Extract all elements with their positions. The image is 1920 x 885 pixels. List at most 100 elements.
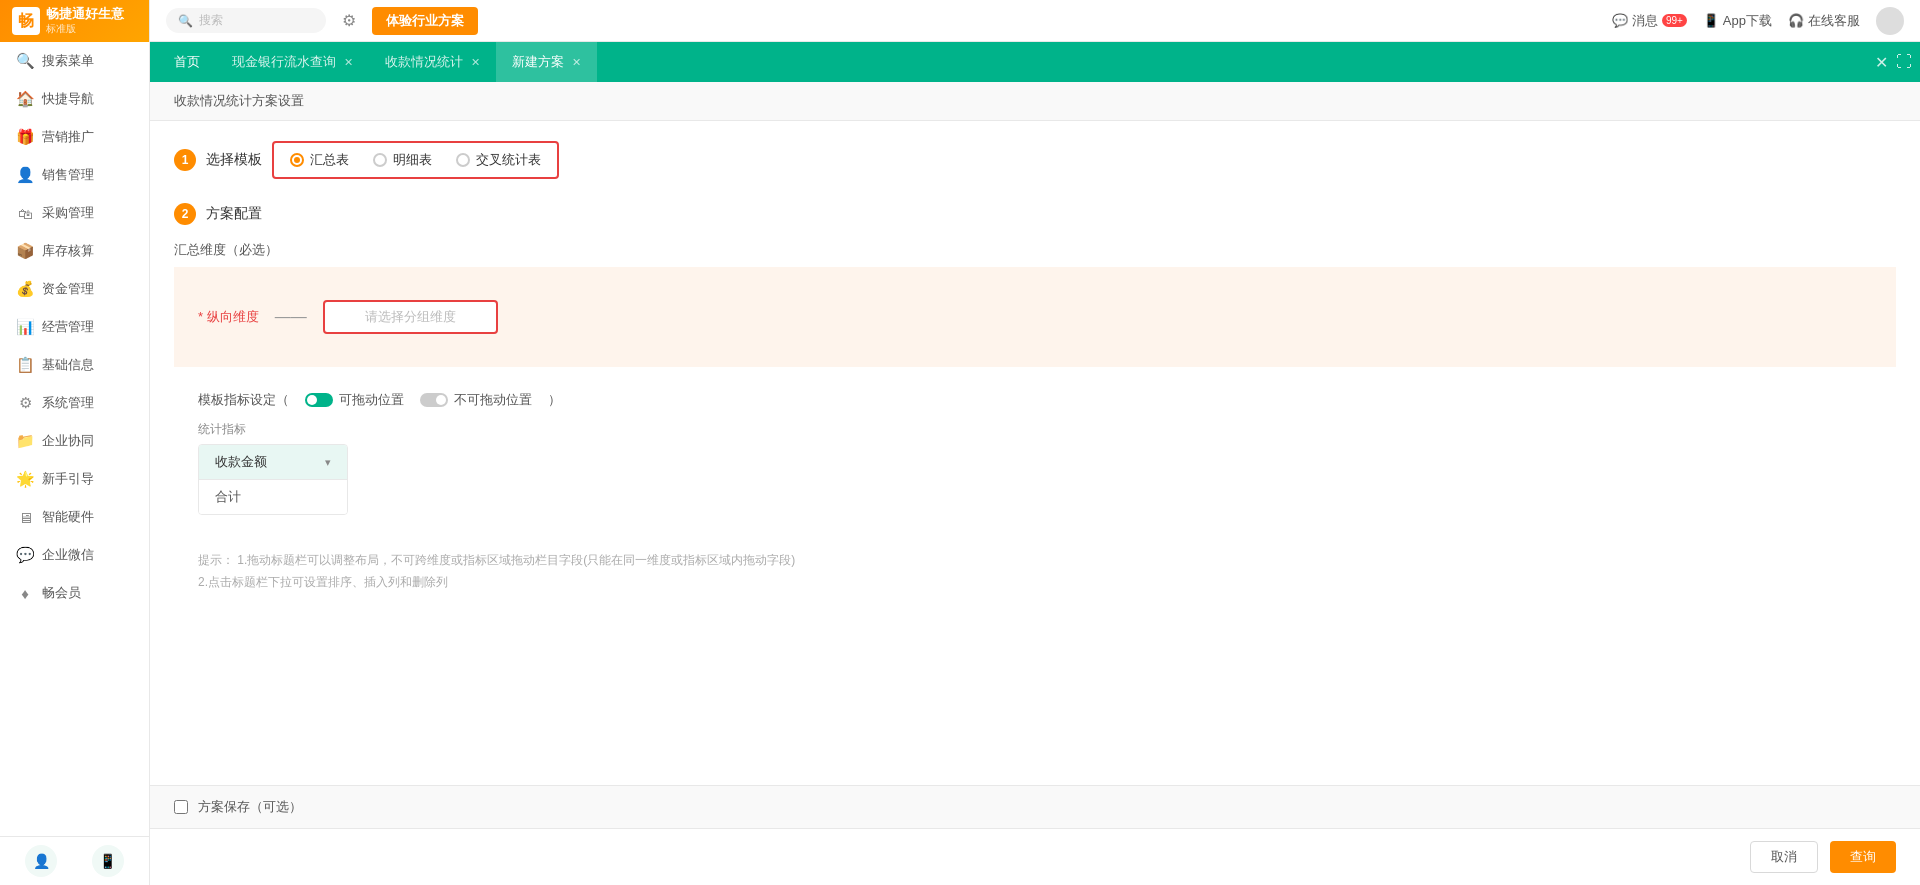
sidebar-logo: 畅 畅捷通好生意 标准版 [0, 0, 149, 42]
sidebar-item-label: 快捷导航 [42, 90, 94, 108]
basic-icon: 📋 [16, 356, 34, 374]
tab-receipts-stats[interactable]: 收款情况统计 ✕ [369, 42, 496, 82]
inventory-icon: 📦 [16, 242, 34, 260]
trial-button[interactable]: 体验行业方案 [372, 7, 478, 35]
sidebar-item-marketing[interactable]: 🎁 营销推广 [0, 118, 149, 156]
tabbar-actions: ✕ ⛶ [1875, 53, 1920, 72]
sidebar-item-inventory[interactable]: 📦 库存核算 [0, 232, 149, 270]
sidebar-item-guide[interactable]: 🌟 新手引导 [0, 460, 149, 498]
metrics-group: 统计指标 收款金额 ▾ 合计 [198, 421, 348, 518]
cancel-button[interactable]: 取消 [1750, 841, 1818, 873]
step2-content: 汇总维度（必选） * 纵向维度 —— 请选择分组维度 模板指标设定（ [174, 241, 1896, 609]
radio-summary-label: 汇总表 [310, 151, 349, 169]
topbar-right: 💬 消息 99+ 📱 App下载 🎧 在线客服 [1612, 7, 1904, 35]
toggle-draggable: 可拖动位置 [305, 391, 404, 409]
sidebar-item-hardware[interactable]: 🖥 智能硬件 [0, 498, 149, 536]
tab-bank-flow[interactable]: 现金银行流水查询 ✕ [216, 42, 369, 82]
message-badge: 99+ [1662, 14, 1687, 27]
form-body: 1 选择模板 汇总表 明细表 [150, 121, 1920, 785]
tab-fullscreen-icon[interactable]: ⛶ [1896, 53, 1912, 71]
template-radio-group: 汇总表 明细表 交叉统计表 [272, 141, 559, 179]
search-icon: 🔍 [178, 14, 193, 28]
fund-icon: 💰 [16, 280, 34, 298]
sidebar-item-wechat[interactable]: 💬 企业微信 [0, 536, 149, 574]
user-avatar[interactable] [1876, 7, 1904, 35]
sidebar-item-purchase[interactable]: 🛍 采购管理 [0, 194, 149, 232]
logo-name: 畅捷通好生意 [46, 6, 124, 22]
non-draggable-toggle[interactable] [420, 393, 448, 407]
metrics-toggle-close: ） [548, 391, 561, 409]
step1-label: 选择模板 [206, 151, 262, 169]
sidebar-item-system[interactable]: ⚙ 系统管理 [0, 384, 149, 422]
operation-icon: 📊 [16, 318, 34, 336]
dimension-arrow-icon: —— [275, 308, 307, 326]
hardware-icon: 🖥 [16, 509, 34, 526]
sidebar-item-quick-nav[interactable]: 🏠 快捷导航 [0, 80, 149, 118]
tips-area: 提示： 1.拖动标题栏可以调整布局，不可跨维度或指标区域拖动栏目字段(只能在同一… [174, 534, 1896, 609]
tab-new-plan-close[interactable]: ✕ [572, 56, 581, 69]
online-service-item[interactable]: 🎧 在线客服 [1788, 12, 1860, 30]
message-label: 消息 [1632, 12, 1658, 30]
content-area: 收款情况统计方案设置 1 选择模板 汇总表 [150, 82, 1920, 885]
sidebar-bottom: 👤 📱 [0, 836, 149, 885]
service-label: 在线客服 [1808, 12, 1860, 30]
topbar: 🔍 搜索 ⚙ 体验行业方案 💬 消息 99+ 📱 App下载 🎧 在线客服 [150, 0, 1920, 42]
radio-crosstab-circle [456, 153, 470, 167]
search-placeholder: 搜索 [199, 12, 223, 29]
tab-new-plan[interactable]: 新建方案 ✕ [496, 42, 597, 82]
sidebar-bottom-btn-1[interactable]: 👤 [25, 845, 57, 877]
draggable-toggle[interactable] [305, 393, 333, 407]
metrics-table-row: 合计 [199, 480, 347, 514]
step1-section: 1 选择模板 汇总表 明细表 [174, 141, 1896, 179]
metrics-header-label: 收款金额 [215, 453, 267, 471]
dimension-area: * 纵向维度 —— 请选择分组维度 [174, 267, 1896, 367]
app-icon: 📱 [1703, 13, 1719, 28]
settings-icon[interactable]: ⚙ [342, 11, 356, 30]
summary-dim-section: 汇总维度（必选） * 纵向维度 —— 请选择分组维度 [174, 241, 1896, 375]
guide-icon: 🌟 [16, 470, 34, 488]
draggable-label: 可拖动位置 [339, 391, 404, 409]
tab-home[interactable]: 首页 [158, 42, 216, 82]
metrics-table-header[interactable]: 收款金额 ▾ [199, 445, 347, 480]
sidebar-item-label: 企业协同 [42, 432, 94, 450]
sidebar-item-member[interactable]: ♦ 畅会员 [0, 574, 149, 612]
dimension-select[interactable]: 请选择分组维度 [323, 300, 498, 334]
topbar-search[interactable]: 🔍 搜索 [166, 8, 326, 33]
tip-2: 2.点击标题栏下拉可设置排序、插入列和删除列 [198, 572, 1872, 594]
tab-close-all-icon[interactable]: ✕ [1875, 53, 1888, 72]
app-download-item[interactable]: 📱 App下载 [1703, 12, 1772, 30]
radio-crosstab[interactable]: 交叉统计表 [456, 151, 541, 169]
non-draggable-label: 不可拖动位置 [454, 391, 532, 409]
purchase-icon: 🛍 [16, 205, 34, 222]
metrics-columns: 统计指标 收款金额 ▾ 合计 [198, 421, 1872, 518]
sidebar-item-sales[interactable]: 👤 销售管理 [0, 156, 149, 194]
radio-summary[interactable]: 汇总表 [290, 151, 349, 169]
radio-summary-circle [290, 153, 304, 167]
radio-detail[interactable]: 明细表 [373, 151, 432, 169]
page-title: 收款情况统计方案设置 [150, 82, 1920, 121]
logo-icon: 畅 [12, 7, 40, 35]
member-icon: ♦ [16, 585, 34, 602]
sidebar-item-fund[interactable]: 💰 资金管理 [0, 270, 149, 308]
save-checkbox[interactable] [174, 800, 188, 814]
tab-new-plan-label: 新建方案 [512, 53, 564, 71]
stats-metrics-label: 统计指标 [198, 421, 348, 438]
sidebar-item-enterprise[interactable]: 📁 企业协同 [0, 422, 149, 460]
tab-receipts-stats-label: 收款情况统计 [385, 53, 463, 71]
save-section: 方案保存（可选） [150, 785, 1920, 828]
query-button[interactable]: 查询 [1830, 841, 1896, 873]
enterprise-icon: 📁 [16, 432, 34, 450]
sidebar-item-search-menu[interactable]: 🔍 搜索菜单 [0, 42, 149, 80]
sidebar-item-operation[interactable]: 📊 经营管理 [0, 308, 149, 346]
wechat-icon: 💬 [16, 546, 34, 564]
sidebar-item-label: 畅会员 [42, 584, 81, 602]
tab-bank-flow-close[interactable]: ✕ [344, 56, 353, 69]
sidebar-bottom-btn-2[interactable]: 📱 [92, 845, 124, 877]
tab-home-label: 首页 [174, 53, 200, 71]
radio-detail-circle [373, 153, 387, 167]
tab-receipts-stats-close[interactable]: ✕ [471, 56, 480, 69]
message-item[interactable]: 💬 消息 99+ [1612, 12, 1687, 30]
sidebar-item-label: 营销推广 [42, 128, 94, 146]
quick-nav-icon: 🏠 [16, 90, 34, 108]
sidebar-item-basic[interactable]: 📋 基础信息 [0, 346, 149, 384]
